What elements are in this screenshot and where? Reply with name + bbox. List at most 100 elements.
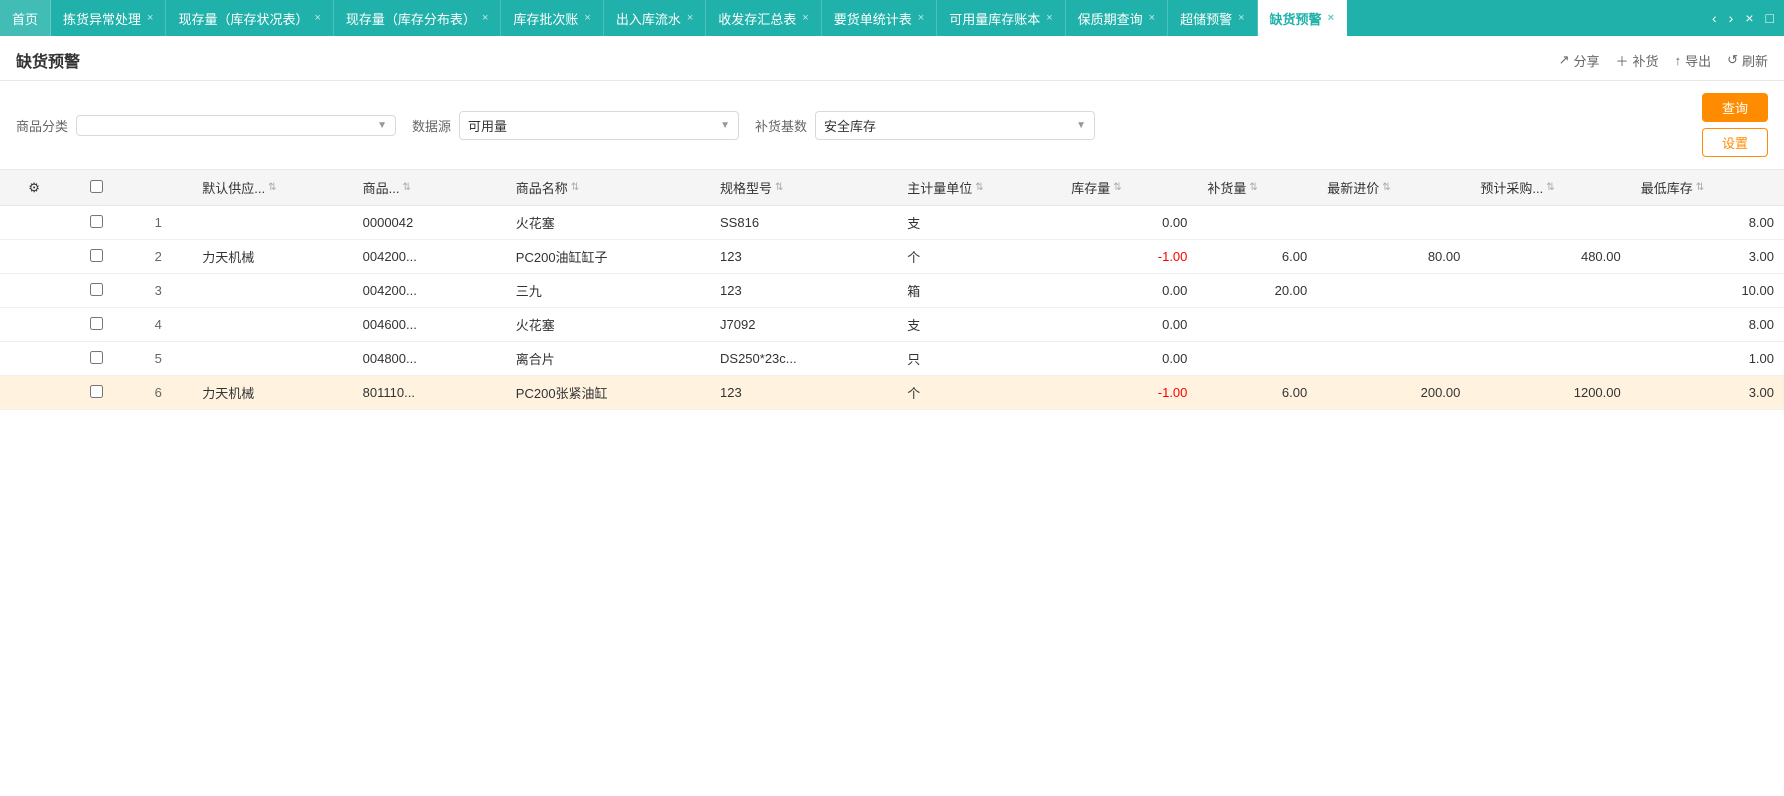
col-header-code[interactable]: 商品... ⇅ [353, 170, 506, 206]
tab-close-avail-ledger[interactable]: × [1046, 12, 1052, 24]
row-code-3: 004600... [353, 308, 506, 342]
row-price-1: 80.00 [1317, 240, 1470, 274]
tab-item-batch[interactable]: 库存批次账 × [501, 0, 603, 36]
col-header-stock[interactable]: 库存量 ⇅ [1061, 170, 1197, 206]
table-row: 4 004600... 火花塞 J7092 支 0.00 8.00 [0, 308, 1784, 342]
tab-item-shortage[interactable]: 缺货预警 × [1258, 0, 1347, 36]
row-price-0 [1317, 206, 1470, 240]
tab-close-overstock[interactable]: × [1238, 12, 1244, 24]
row-checkbox-2[interactable] [90, 283, 103, 296]
tab-close-stock-dist[interactable]: × [482, 12, 488, 24]
row-stock-3: 0.00 [1061, 308, 1197, 342]
tab-close-abnormal[interactable]: × [147, 12, 153, 24]
datasource-label: 数据源 [412, 116, 451, 135]
tab-item-order-stat[interactable]: 要货单统计表× [822, 0, 937, 36]
row-checkbox-cell-3[interactable] [68, 308, 124, 342]
row-checkbox-cell-2[interactable] [68, 274, 124, 308]
select-all-checkbox[interactable] [90, 180, 103, 193]
tab-label-shortage: 缺货预警 [1270, 9, 1322, 28]
col-replenish-sort-icon: ⇅ [1249, 182, 1257, 193]
row-supplier-1: 力天机械 [192, 240, 352, 274]
row-unit-4: 只 [897, 342, 1061, 376]
replenish-action[interactable]: ＋ 补货 [1616, 51, 1659, 70]
row-settings-0 [0, 206, 68, 240]
col-spec-sort-icon: ⇅ [775, 182, 783, 193]
col-header-replenish[interactable]: 补货量 ⇅ [1197, 170, 1317, 206]
query-button[interactable]: 查询 [1702, 93, 1768, 122]
tab-close-stock-status[interactable]: × [314, 12, 320, 24]
row-checkbox-cell-0[interactable] [68, 206, 124, 240]
row-name-0: 火花塞 [506, 206, 710, 240]
row-checkbox-5[interactable] [90, 385, 103, 398]
tab-prev-button[interactable]: ‹ [1706, 8, 1723, 28]
page-header: 缺货预警 ↗ 分享 ＋ 补货 ↑ 导出 ↺ 刷新 [0, 36, 1784, 81]
col-header-supplier[interactable]: 默认供应... ⇅ [192, 170, 352, 206]
tab-close-window-button[interactable]: × [1739, 8, 1759, 28]
replenish-label: 补货 [1633, 51, 1659, 70]
tab-close-batch[interactable]: × [584, 12, 590, 24]
tab-item-overstock[interactable]: 超储预警× [1168, 0, 1257, 36]
tab-item-stock-dist[interactable]: 现存量（库存分布表）× [334, 0, 501, 36]
row-price-3 [1317, 308, 1470, 342]
row-checkbox-cell-1[interactable] [68, 240, 124, 274]
datasource-filter-group: 数据源 可用量 ▼ [412, 111, 739, 140]
col-header-name[interactable]: 商品名称 ⇅ [506, 170, 710, 206]
col-header-settings[interactable]: ⚙ [0, 170, 68, 206]
replenish-base-filter-group: 补货基数 安全库存 ▼ [755, 111, 1095, 140]
col-header-minstock[interactable]: 最低库存 ⇅ [1631, 170, 1784, 206]
col-supplier-sort-icon: ⇅ [268, 182, 276, 193]
datasource-select-value: 可用量 [468, 116, 507, 135]
settings-button[interactable]: 设置 [1702, 128, 1768, 157]
tab-maximize-button[interactable]: □ [1760, 8, 1780, 28]
row-checkbox-3[interactable] [90, 317, 103, 330]
tab-close-collect[interactable]: × [802, 12, 808, 24]
category-select[interactable]: ▼ [76, 115, 396, 136]
col-header-spec[interactable]: 规格型号 ⇅ [710, 170, 897, 206]
row-spec-4: DS250*23c... [710, 342, 897, 376]
row-purchase-0 [1470, 206, 1630, 240]
row-price-2 [1317, 274, 1470, 308]
tab-item-expiry[interactable]: 保质期查询× [1066, 0, 1168, 36]
row-code-4: 004800... [353, 342, 506, 376]
tab-close-shortage[interactable]: × [1328, 12, 1334, 24]
col-minstock-label: 最低库存 [1641, 178, 1693, 197]
tab-close-expiry[interactable]: × [1149, 12, 1155, 24]
tab-close-inout[interactable]: × [687, 12, 693, 24]
row-checkbox-4[interactable] [90, 351, 103, 364]
row-checkbox-0[interactable] [90, 215, 103, 228]
export-action[interactable]: ↑ 导出 [1675, 51, 1712, 70]
col-header-unit[interactable]: 主计量单位 ⇅ [897, 170, 1061, 206]
tab-item-avail-ledger[interactable]: 可用量库存账本× [937, 0, 1065, 36]
tab-item-collect[interactable]: 收发存汇总表× [706, 0, 821, 36]
tab-item-home[interactable]: 首页 [0, 0, 51, 36]
export-icon: ↑ [1675, 53, 1682, 68]
tab-label-inout: 出入库流水 [616, 9, 681, 28]
filter-actions: 查询 设置 [1702, 93, 1768, 157]
row-checkbox-cell-5[interactable] [68, 376, 124, 410]
datasource-select[interactable]: 可用量 ▼ [459, 111, 739, 140]
tab-item-stock-status[interactable]: 现存量（库存状况表）× [166, 0, 333, 36]
col-unit-label: 主计量单位 [907, 178, 972, 197]
row-code-1: 004200... [353, 240, 506, 274]
row-spec-2: 123 [710, 274, 897, 308]
row-checkbox-1[interactable] [90, 249, 103, 262]
tab-label-batch: 库存批次账 [513, 9, 578, 28]
replenish-base-select-value: 安全库存 [824, 116, 876, 135]
share-action[interactable]: ↗ 分享 [1559, 51, 1600, 70]
row-index-2: 3 [124, 274, 192, 308]
row-settings-4 [0, 342, 68, 376]
tab-item-inout[interactable]: 出入库流水 × [604, 0, 706, 36]
tab-item-abnormal[interactable]: 拣货异常处理× [51, 0, 166, 36]
row-replenish-0 [1197, 206, 1317, 240]
row-checkbox-cell-4[interactable] [68, 342, 124, 376]
tab-close-order-stat[interactable]: × [918, 12, 924, 24]
col-header-purchase[interactable]: 预计采购... ⇅ [1470, 170, 1630, 206]
tab-next-button[interactable]: › [1723, 8, 1740, 28]
replenish-base-select[interactable]: 安全库存 ▼ [815, 111, 1095, 140]
row-supplier-0 [192, 206, 352, 240]
col-header-price[interactable]: 最新进价 ⇅ [1317, 170, 1470, 206]
export-label: 导出 [1685, 51, 1711, 70]
refresh-action[interactable]: ↺ 刷新 [1727, 51, 1768, 70]
col-header-checkbox[interactable] [68, 170, 124, 206]
settings-icon[interactable]: ⚙ [28, 180, 40, 195]
